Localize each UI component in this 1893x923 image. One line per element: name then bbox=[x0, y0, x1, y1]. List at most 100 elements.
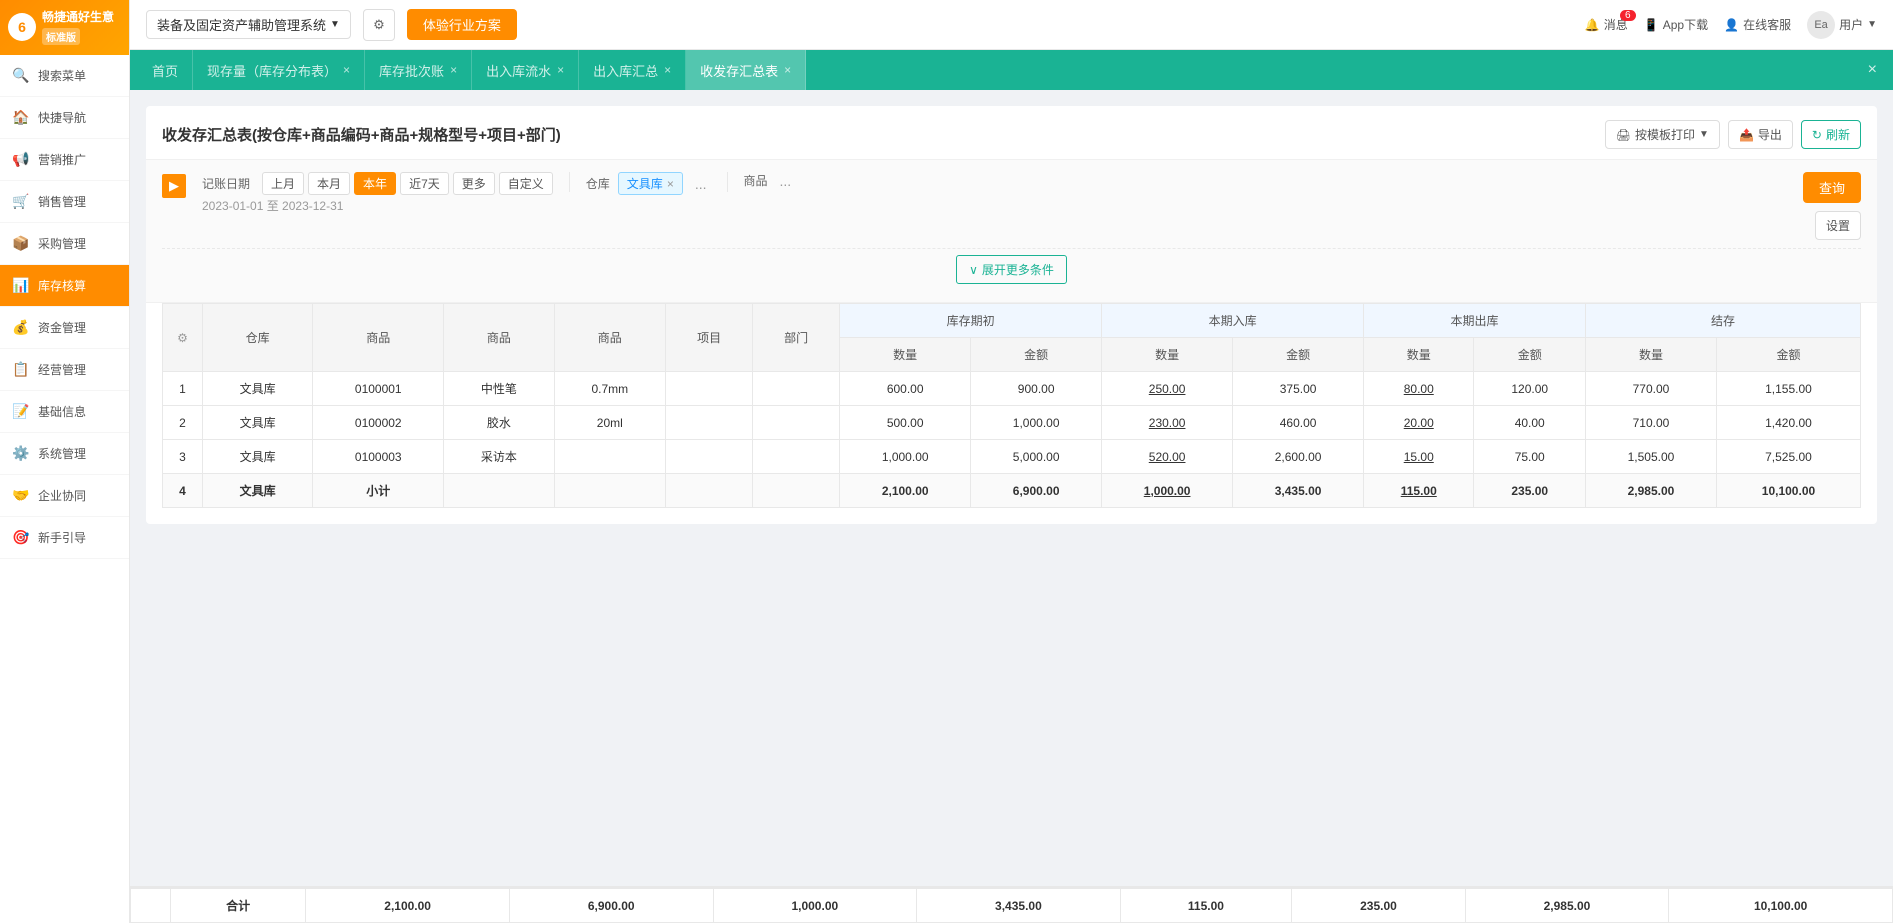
inbound-qty-link[interactable]: 230.00 bbox=[1149, 416, 1186, 430]
table-row: 2 文具库 0100002 胶水 20ml 500.00 1,000.00 23… bbox=[163, 406, 1861, 440]
footer-total-bar: 合计 2,100.00 6,900.00 1,000.00 3,435.00 1… bbox=[130, 886, 1893, 923]
row-spec: 0.7mm bbox=[554, 372, 666, 406]
date-btn-7days[interactable]: 近7天 bbox=[400, 172, 449, 195]
tab-inout-flow[interactable]: 出入库流水 × bbox=[472, 50, 579, 90]
footer-table: 合计 2,100.00 6,900.00 1,000.00 3,435.00 1… bbox=[130, 888, 1893, 923]
tab-inout-summary[interactable]: 出入库汇总 × bbox=[579, 50, 686, 90]
enterprise-icon: 🤝 bbox=[12, 487, 30, 504]
system-title-selector[interactable]: 装备及固定资产辅助管理系统 ▼ bbox=[146, 10, 351, 39]
expand-more-button[interactable]: ∨ 展开更多条件 bbox=[956, 255, 1067, 284]
sidebar-item-label: 库存核算 bbox=[38, 277, 86, 294]
row-close-amt: 7,525.00 bbox=[1716, 440, 1860, 474]
date-filter-label: 记账日期 bbox=[202, 175, 250, 192]
refresh-button[interactable]: ↻ 刷新 bbox=[1801, 120, 1861, 149]
row-in-amt: 3,435.00 bbox=[1233, 474, 1364, 508]
sidebar-item-sales[interactable]: 🛒 销售管理 bbox=[0, 181, 129, 223]
tab-batch-ledger[interactable]: 库存批次账 × bbox=[365, 50, 472, 90]
inbound-qty-link[interactable]: 1,000.00 bbox=[1144, 484, 1191, 498]
sidebar-item-quicknav[interactable]: 🏠 快捷导航 bbox=[0, 97, 129, 139]
sidebar-item-basic[interactable]: 📝 基础信息 bbox=[0, 391, 129, 433]
settings-col-icon[interactable]: ⚙ bbox=[177, 331, 188, 345]
col-inbound-header: 本期入库 bbox=[1102, 304, 1364, 338]
tab-close-icon[interactable]: × bbox=[784, 63, 791, 77]
query-button[interactable]: 查询 bbox=[1803, 172, 1861, 203]
col-warehouse-header: 仓库 bbox=[203, 304, 313, 372]
col-outbound-qty: 数量 bbox=[1364, 338, 1474, 372]
col-closing-qty: 数量 bbox=[1586, 338, 1717, 372]
row-warehouse: 文具库 bbox=[203, 440, 313, 474]
user-menu-button[interactable]: Ea 用户 ▼ bbox=[1807, 11, 1877, 39]
tab-close-icon[interactable]: × bbox=[664, 63, 671, 77]
expand-label: 展开更多条件 bbox=[982, 261, 1054, 278]
row-open-amt: 6,900.00 bbox=[971, 474, 1102, 508]
tab-close-icon[interactable]: × bbox=[557, 63, 564, 77]
sidebar-item-inventory[interactable]: 📊 库存核算 bbox=[0, 265, 129, 307]
col-opening-amt: 金额 bbox=[971, 338, 1102, 372]
date-btn-more[interactable]: 更多 bbox=[453, 172, 495, 195]
date-btn-thisyear[interactable]: 本年 bbox=[354, 172, 396, 195]
date-btn-thismonth[interactable]: 本月 bbox=[308, 172, 350, 195]
tab-close-icon[interactable]: × bbox=[450, 63, 457, 77]
tab-close-icon[interactable]: × bbox=[343, 63, 350, 77]
row-close-amt: 1,420.00 bbox=[1716, 406, 1860, 440]
table-row: 4 文具库 小计 2,100.00 6,900.00 1,000.00 3,43… bbox=[163, 474, 1861, 508]
filter-toggle-button[interactable]: ▶ bbox=[162, 174, 186, 198]
app-download-button[interactable]: 📱 App下载 bbox=[1644, 16, 1708, 33]
goods-filter-label: 商品 bbox=[744, 172, 768, 189]
inbound-qty-link[interactable]: 250.00 bbox=[1149, 382, 1186, 396]
sidebar-item-finance[interactable]: 💰 资金管理 bbox=[0, 307, 129, 349]
date-btn-lastmonth[interactable]: 上月 bbox=[262, 172, 304, 195]
tab-collect-summary[interactable]: 收发存汇总表 × bbox=[686, 50, 806, 90]
sidebar-item-label: 新手引导 bbox=[38, 529, 86, 546]
outbound-qty-link[interactable]: 15.00 bbox=[1404, 450, 1434, 464]
sidebar-item-search[interactable]: 🔍 搜索菜单 bbox=[0, 55, 129, 97]
sidebar-item-enterprise[interactable]: 🤝 企业协同 bbox=[0, 475, 129, 517]
sidebar-item-system[interactable]: ⚙️ 系统管理 bbox=[0, 433, 129, 475]
page-content: 收发存汇总表(按仓库+商品编码+商品+规格型号+项目+部门) 🖨 按模板打印 ▼… bbox=[130, 90, 1893, 886]
inbound-qty-link[interactable]: 520.00 bbox=[1149, 450, 1186, 464]
col-outbound-header: 本期出库 bbox=[1364, 304, 1586, 338]
warehouse-more-button[interactable]: ... bbox=[691, 176, 711, 192]
sidebar-item-marketing[interactable]: 📢 营销推广 bbox=[0, 139, 129, 181]
online-service-button[interactable]: 👤 在线客服 bbox=[1724, 16, 1791, 33]
export-button[interactable]: 📤 导出 bbox=[1728, 120, 1793, 149]
row-department bbox=[753, 406, 840, 440]
row-open-amt: 1,000.00 bbox=[971, 406, 1102, 440]
row-code: 0100001 bbox=[313, 372, 444, 406]
warehouse-filter-group: 仓库 文具库 × ... bbox=[586, 172, 711, 195]
setting-button[interactable]: 设置 bbox=[1815, 211, 1861, 240]
date-btn-custom[interactable]: 自定义 bbox=[499, 172, 553, 195]
footer-close-qty: 2,985.00 bbox=[1465, 889, 1669, 923]
sidebar-item-guide[interactable]: 🎯 新手引导 bbox=[0, 517, 129, 559]
try-industry-button[interactable]: 体验行业方案 bbox=[407, 9, 517, 40]
tab-inventory-dist[interactable]: 现存量（库存分布表） × bbox=[193, 50, 365, 90]
system-name: 装备及固定资产辅助管理系统 bbox=[157, 15, 326, 34]
sidebar-item-operations[interactable]: 📋 经营管理 bbox=[0, 349, 129, 391]
row-out-amt: 235.00 bbox=[1474, 474, 1586, 508]
outbound-qty-link[interactable]: 20.00 bbox=[1404, 416, 1434, 430]
col-product-name-header: 商品 bbox=[444, 304, 554, 372]
app-title: 畅捷通好生意 bbox=[42, 10, 114, 26]
print-button[interactable]: 🖨 按模板打印 ▼ bbox=[1605, 120, 1720, 149]
row-department bbox=[753, 474, 840, 508]
page-title-bar: 收发存汇总表(按仓库+商品编码+商品+规格型号+项目+部门) 🖨 按模板打印 ▼… bbox=[146, 106, 1877, 160]
data-table: ⚙ 仓库 商品 商品 商品 项目 部门 库存期初 本期入库 本期出库 bbox=[162, 303, 1861, 508]
settings-button[interactable]: ⚙ bbox=[363, 9, 395, 41]
col-closing-amt: 金额 bbox=[1716, 338, 1860, 372]
footer-open-qty: 2,100.00 bbox=[306, 889, 510, 923]
tab-home[interactable]: 首页 bbox=[138, 50, 193, 90]
expand-conditions: ∨ 展开更多条件 bbox=[162, 248, 1861, 290]
warehouse-tag-close[interactable]: × bbox=[667, 177, 674, 191]
mobile-icon: 📱 bbox=[1644, 18, 1659, 32]
outbound-qty-link[interactable]: 80.00 bbox=[1404, 382, 1434, 396]
row-out-qty: 115.00 bbox=[1364, 474, 1474, 508]
outbound-qty-link[interactable]: 115.00 bbox=[1401, 484, 1437, 498]
notifications-button[interactable]: 🔔 消息 6 bbox=[1585, 16, 1628, 33]
row-out-qty: 20.00 bbox=[1364, 406, 1474, 440]
sidebar-item-purchase[interactable]: 📦 采购管理 bbox=[0, 223, 129, 265]
row-out-amt: 40.00 bbox=[1474, 406, 1586, 440]
goods-more-button[interactable]: ... bbox=[776, 173, 796, 189]
row-warehouse: 文具库 bbox=[203, 372, 313, 406]
tab-bar-close-button[interactable]: × bbox=[1860, 61, 1885, 79]
goods-filter-group: 商品 ... bbox=[744, 172, 796, 189]
